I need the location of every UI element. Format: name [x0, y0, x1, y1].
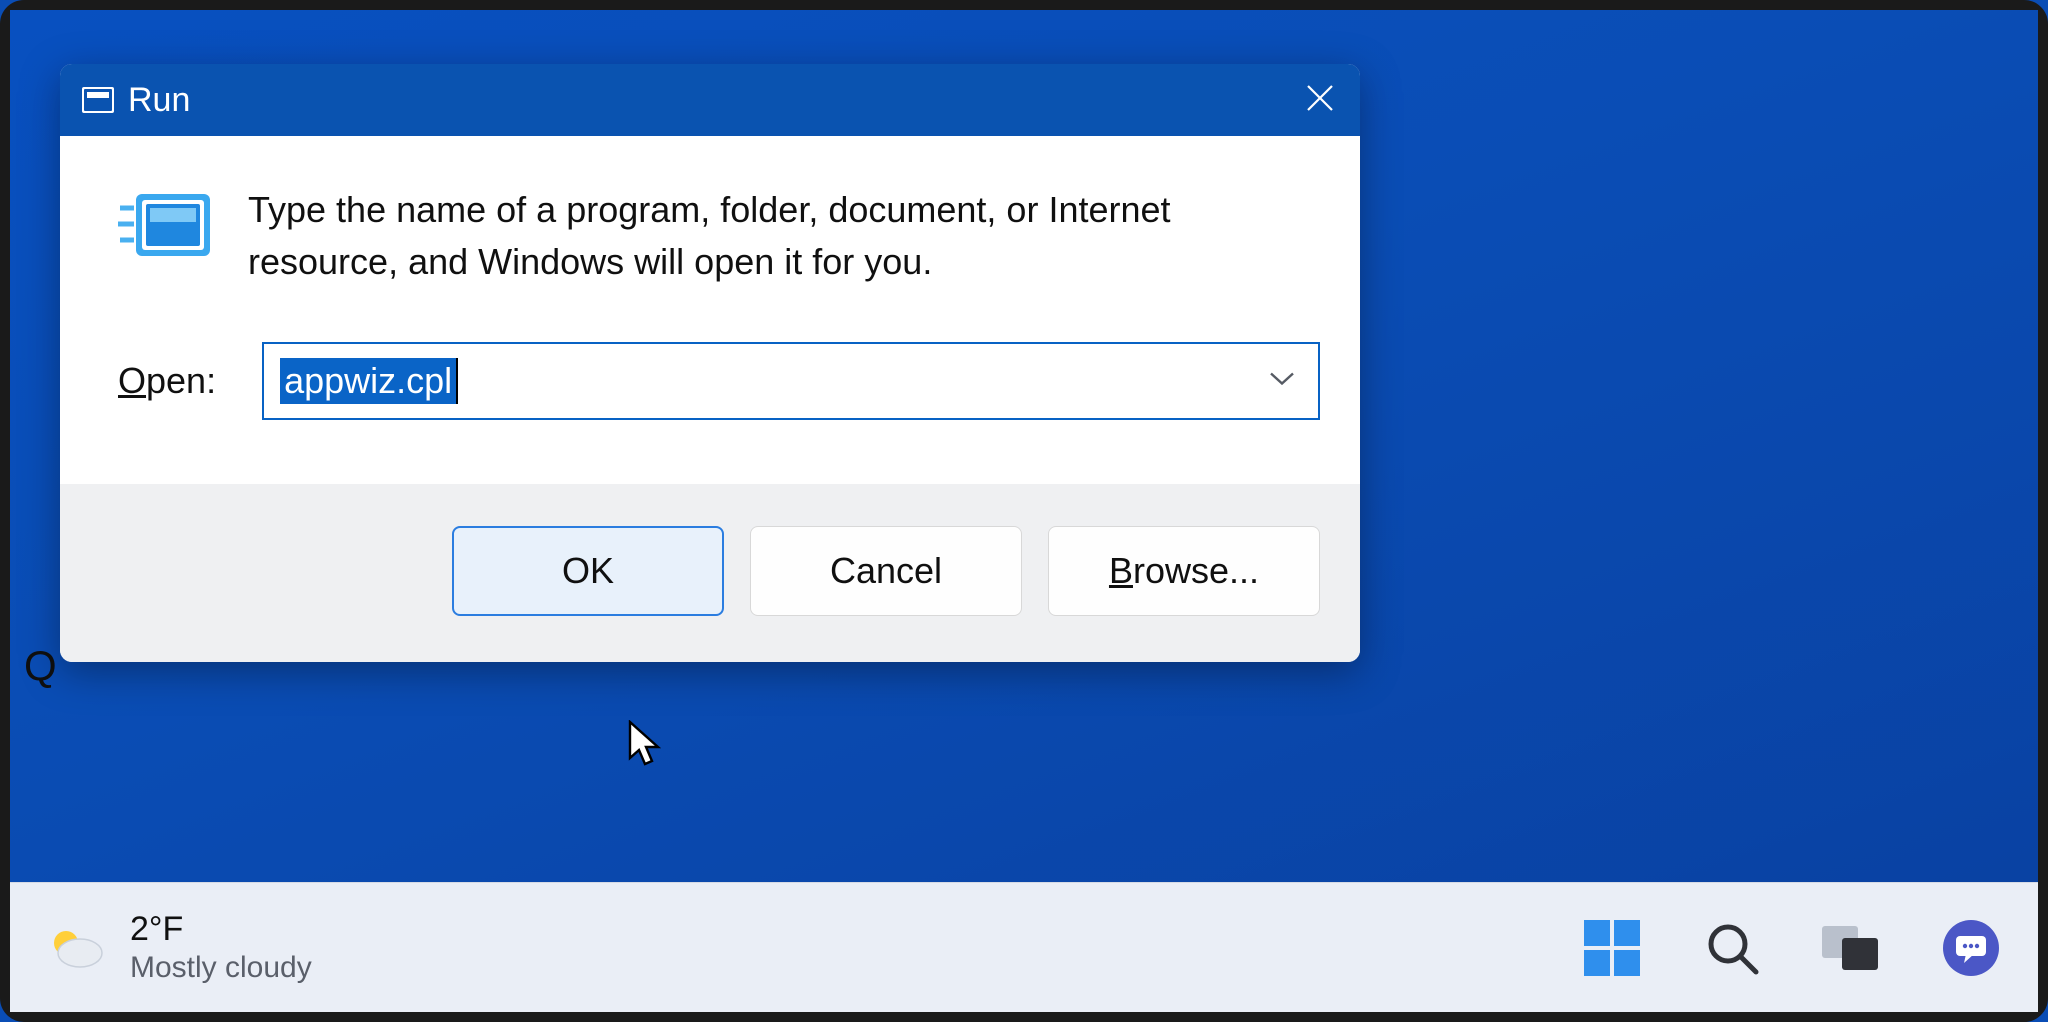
taskbar[interactable]: 2°F Mostly cloudy	[10, 882, 2038, 1012]
start-button[interactable]	[1580, 916, 1644, 980]
run-titlebar-icon	[82, 87, 114, 113]
run-app-icon	[118, 190, 214, 271]
stray-glyph: Q	[24, 642, 57, 690]
dialog-footer: OK Cancel Browse...	[60, 484, 1360, 662]
dialog-description: Type the name of a program, folder, docu…	[248, 184, 1188, 288]
titlebar[interactable]: Run	[60, 64, 1360, 136]
close-icon	[1305, 83, 1335, 118]
taskbar-right	[1580, 916, 2002, 980]
ok-button[interactable]: OK	[452, 526, 724, 616]
open-combobox[interactable]: appwiz.cpl	[262, 342, 1320, 420]
search-icon[interactable]	[1702, 918, 1762, 978]
run-dialog: Run	[60, 64, 1360, 662]
weather-temperature: 2°F	[130, 910, 312, 949]
browse-button[interactable]: Browse...	[1048, 526, 1320, 616]
task-view-icon[interactable]	[1820, 920, 1882, 976]
cancel-button[interactable]: Cancel	[750, 526, 1022, 616]
weather-icon	[46, 923, 108, 973]
open-input-value[interactable]: appwiz.cpl	[280, 358, 456, 404]
weather-condition: Mostly cloudy	[130, 951, 312, 985]
weather-text: 2°F Mostly cloudy	[130, 910, 312, 985]
chat-icon[interactable]	[1940, 917, 2002, 979]
dialog-body: Type the name of a program, folder, docu…	[60, 136, 1360, 484]
close-button[interactable]	[1288, 72, 1352, 128]
window-title: Run	[128, 81, 1288, 120]
open-label: Open:	[118, 360, 216, 402]
weather-widget[interactable]: 2°F Mostly cloudy	[46, 910, 312, 985]
chevron-down-icon[interactable]	[1268, 370, 1296, 393]
